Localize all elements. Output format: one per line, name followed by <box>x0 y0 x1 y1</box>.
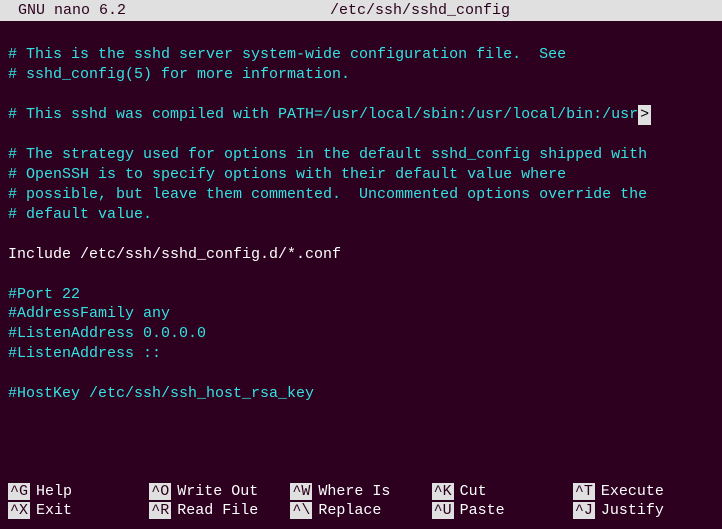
key-label: Replace <box>318 502 381 519</box>
shortcut-replace[interactable]: ^\ Replace <box>290 502 431 519</box>
editor-content[interactable]: # This is the sshd server system-wide co… <box>0 21 722 408</box>
shortcut-write-out[interactable]: ^O Write Out <box>149 483 290 500</box>
shortcut-row-2: ^X Exit ^R Read File ^\ Replace ^U Paste… <box>8 502 714 519</box>
config-line: # OpenSSH is to specify options with the… <box>8 165 714 185</box>
key-label: Exit <box>36 502 72 519</box>
line-overflow-indicator: > <box>638 105 651 125</box>
key-hint: ^\ <box>290 502 312 519</box>
config-line: #AddressFamily any <box>8 304 714 324</box>
key-label: Execute <box>601 483 664 500</box>
shortcut-help[interactable]: ^G Help <box>8 483 149 500</box>
key-label: Read File <box>177 502 258 519</box>
config-line: Include /etc/ssh/sshd_config.d/*.conf <box>8 245 714 265</box>
key-hint: ^W <box>290 483 312 500</box>
key-hint: ^O <box>149 483 171 500</box>
config-line <box>8 265 714 285</box>
config-line: #ListenAddress :: <box>8 344 714 364</box>
file-path: /etc/ssh/sshd_config <box>126 2 714 19</box>
config-line <box>8 125 714 145</box>
key-hint: ^K <box>432 483 454 500</box>
key-hint: ^R <box>149 502 171 519</box>
key-hint: ^X <box>8 502 30 519</box>
config-line: # sshd_config(5) for more information. <box>8 65 714 85</box>
key-label: Cut <box>460 483 487 500</box>
key-hint: ^U <box>432 502 454 519</box>
config-line: #Port 22 <box>8 285 714 305</box>
shortcut-bar: ^G Help ^O Write Out ^W Where Is ^K Cut … <box>8 483 714 521</box>
shortcut-exit[interactable]: ^X Exit <box>8 502 149 519</box>
title-bar: GNU nano 6.2 /etc/ssh/sshd_config <box>0 0 722 21</box>
config-line: # default value. <box>8 205 714 225</box>
config-line: # This is the sshd server system-wide co… <box>8 45 714 65</box>
shortcut-where-is[interactable]: ^W Where Is <box>290 483 431 500</box>
config-line <box>8 364 714 384</box>
key-label: Help <box>36 483 72 500</box>
config-line: # This sshd was compiled with PATH=/usr/… <box>8 105 714 125</box>
shortcut-row-1: ^G Help ^O Write Out ^W Where Is ^K Cut … <box>8 483 714 500</box>
key-hint: ^G <box>8 483 30 500</box>
config-line: # possible, but leave them commented. Un… <box>8 185 714 205</box>
key-label: Paste <box>460 502 505 519</box>
shortcut-paste[interactable]: ^U Paste <box>432 502 573 519</box>
shortcut-execute[interactable]: ^T Execute <box>573 483 714 500</box>
app-name: GNU nano 6.2 <box>8 2 126 19</box>
shortcut-justify[interactable]: ^J Justify <box>573 502 714 519</box>
shortcut-cut[interactable]: ^K Cut <box>432 483 573 500</box>
config-line <box>8 225 714 245</box>
key-hint: ^T <box>573 483 595 500</box>
key-label: Where Is <box>318 483 390 500</box>
key-label: Write Out <box>177 483 258 500</box>
config-line: #HostKey /etc/ssh/ssh_host_rsa_key <box>8 384 714 404</box>
config-line: #ListenAddress 0.0.0.0 <box>8 324 714 344</box>
config-line <box>8 85 714 105</box>
shortcut-read-file[interactable]: ^R Read File <box>149 502 290 519</box>
key-label: Justify <box>601 502 664 519</box>
config-line: # The strategy used for options in the d… <box>8 145 714 165</box>
key-hint: ^J <box>573 502 595 519</box>
